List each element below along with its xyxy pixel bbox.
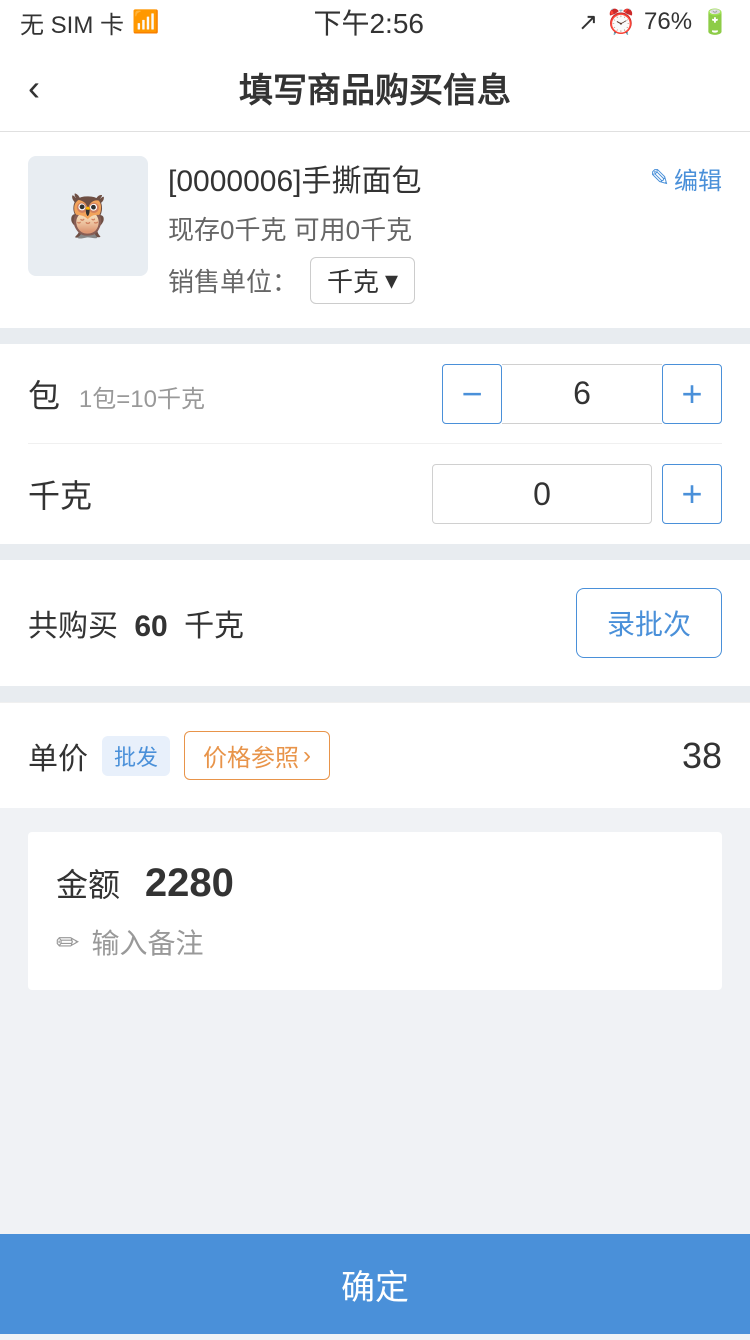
total-section: 共购买 60 千克 录批次 <box>0 560 750 686</box>
battery-text: 76% <box>644 8 692 36</box>
bao-increment-button[interactable]: + <box>662 364 722 424</box>
unit-selector[interactable]: 千克 ▾ <box>310 257 415 304</box>
total-amount: 60 <box>134 610 167 643</box>
bao-decrement-button[interactable]: − <box>442 364 502 424</box>
product-logo-icon: 🦉 <box>62 192 114 241</box>
total-text: 共购买 60 千克 <box>28 601 244 645</box>
kg-increment-button[interactable]: + <box>662 464 722 524</box>
remark-placeholder: 输入备注 <box>91 922 203 962</box>
status-bar: 无 SIM 卡 📶 下午2:56 ↗ ⏰ 76% 🔋 <box>0 0 750 44</box>
price-ref-label: 价格参照 <box>203 738 299 773</box>
product-unit-row: 销售单位： 千克 ▾ <box>168 257 722 304</box>
bao-hint: 1包=10千克 <box>79 386 205 413</box>
product-info: [0000006]手撕面包 ✎ 编辑 现存0千克 可用0千克 销售单位： 千克 … <box>168 156 722 304</box>
confirm-button[interactable]: 确定 <box>0 1234 750 1334</box>
price-value: 38 <box>682 735 722 777</box>
batch-badge: 批发 <box>102 736 170 776</box>
kg-input[interactable] <box>432 464 652 524</box>
product-image: 🦉 <box>28 156 148 276</box>
kg-label: 千克 <box>28 471 432 517</box>
price-ref-icon: › <box>303 742 311 770</box>
price-label: 单价 <box>28 734 88 778</box>
batch-button[interactable]: 录批次 <box>576 588 722 658</box>
edit-icon: ✎ <box>650 164 670 193</box>
alarm-icon: ⏰ <box>606 8 636 37</box>
bao-stepper: − + <box>442 364 722 424</box>
product-name: [0000006]手撕面包 <box>168 156 421 200</box>
unit-value: 千克 <box>327 262 379 299</box>
separator-1 <box>0 328 750 344</box>
amount-label-row: 金额 2280 <box>56 860 694 906</box>
unit-label: 销售单位： <box>168 262 298 299</box>
battery-icon: 🔋 <box>700 8 730 37</box>
price-label-row: 单价 批发 价格参照 › <box>28 731 330 780</box>
input-section: 包 1包=10千克 − + 千克 + <box>0 344 750 544</box>
bao-input[interactable] <box>502 364 662 424</box>
amount-value: 2280 <box>145 861 234 905</box>
remark-row[interactable]: ✏ 输入备注 <box>56 922 694 962</box>
input-row-bao: 包 1包=10千克 − + <box>28 344 722 444</box>
remark-icon: ✏ <box>56 926 79 959</box>
kg-input-group: + <box>432 464 722 524</box>
back-button[interactable]: ‹ <box>28 67 40 109</box>
input-row-kg: 千克 + <box>28 444 722 544</box>
location-icon: ↗ <box>578 8 598 37</box>
separator-2 <box>0 544 750 560</box>
time-display: 下午2:56 <box>313 2 424 42</box>
price-section: 单价 批发 价格参照 › 38 <box>0 702 750 808</box>
carrier-text: 无 SIM 卡 <box>20 5 124 40</box>
product-name-row: [0000006]手撕面包 ✎ 编辑 <box>168 156 722 200</box>
amount-section: 金额 2280 ✏ 输入备注 <box>0 808 750 1000</box>
page-title: 填写商品购买信息 <box>239 63 511 112</box>
wifi-icon: 📶 <box>132 9 159 35</box>
nav-bar: ‹ 填写商品购买信息 <box>0 44 750 132</box>
amount-label: 金额 <box>56 867 120 903</box>
edit-link[interactable]: ✎ 编辑 <box>650 161 722 196</box>
price-ref-button[interactable]: 价格参照 › <box>184 731 330 780</box>
bao-label: 包 1包=10千克 <box>28 371 442 417</box>
dropdown-icon: ▾ <box>385 265 398 296</box>
status-left: 无 SIM 卡 📶 <box>20 5 159 40</box>
separator-3 <box>0 686 750 702</box>
product-card: 🦉 [0000006]手撕面包 ✎ 编辑 现存0千克 可用0千克 销售单位： 千… <box>0 132 750 328</box>
status-right: ↗ ⏰ 76% 🔋 <box>578 8 730 37</box>
amount-row: 金额 2280 ✏ 输入备注 <box>28 832 722 990</box>
product-stock: 现存0千克 可用0千克 <box>168 210 722 247</box>
edit-label[interactable]: 编辑 <box>674 161 722 196</box>
